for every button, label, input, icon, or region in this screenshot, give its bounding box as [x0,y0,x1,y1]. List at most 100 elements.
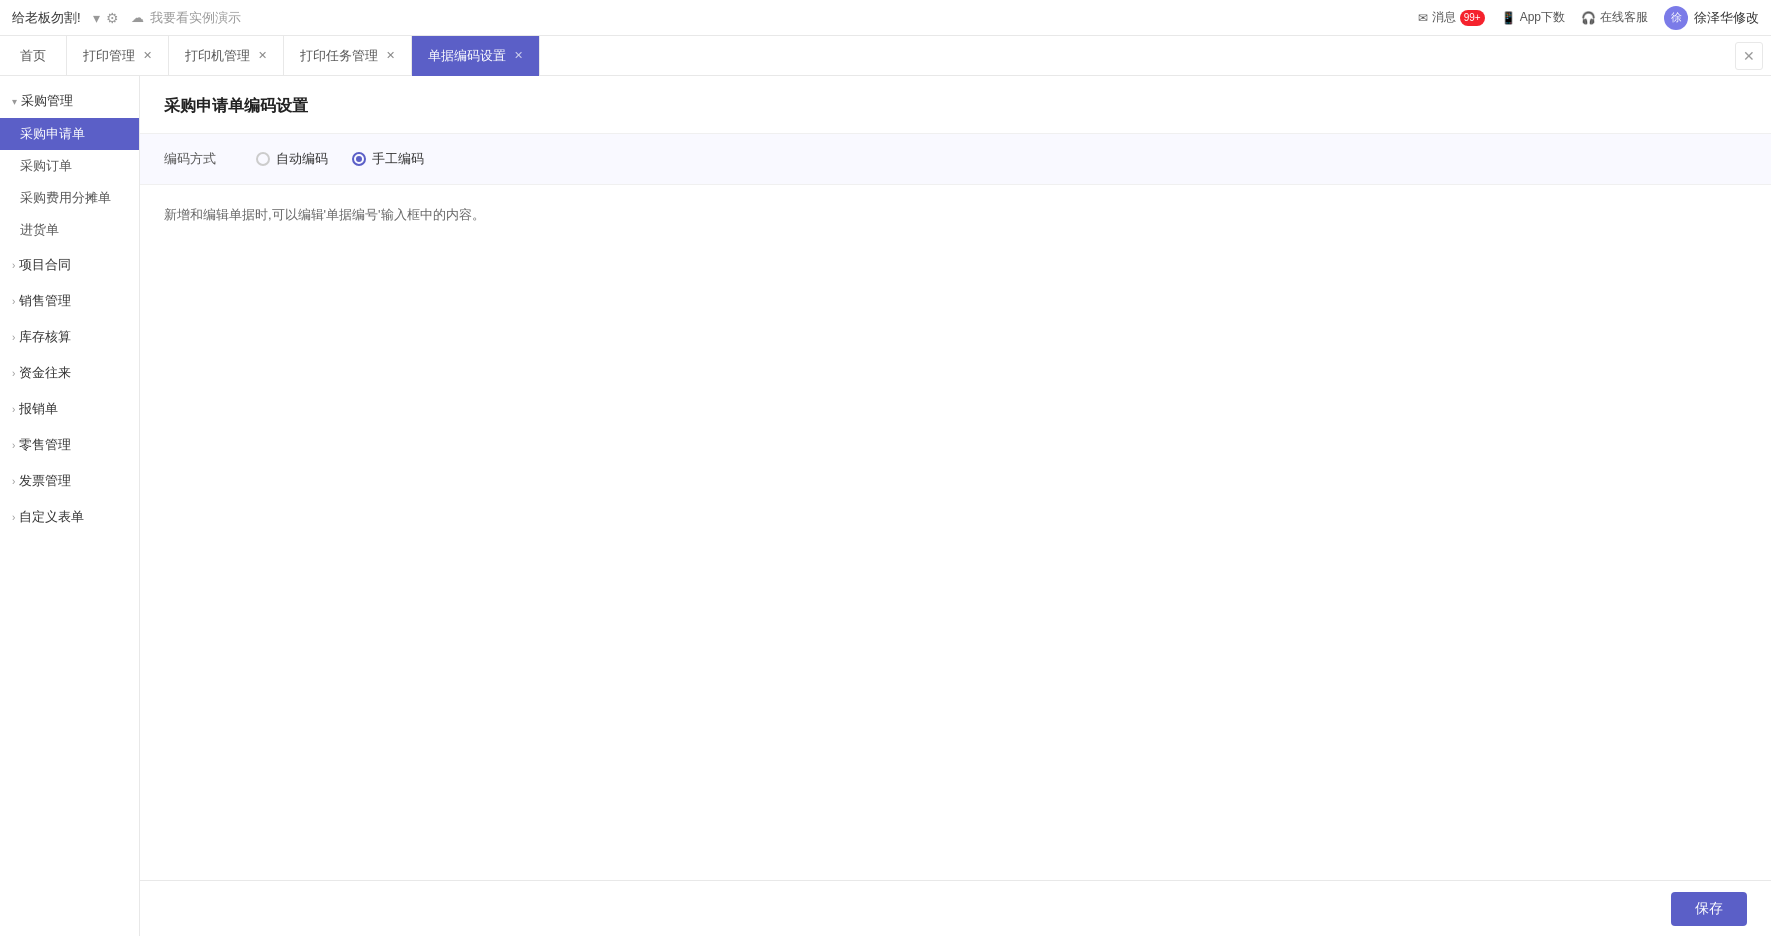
sidebar-item-purchase-receipt[interactable]: 进货单 [0,214,139,246]
sidebar-item-purchase-request-label: 采购申请单 [20,126,85,141]
top-bar-icons: ▾ ⚙ [93,10,119,26]
sidebar-group-expense[interactable]: › 报销单 [0,392,139,426]
description-content: 新增和编辑单据时,可以编辑'单据编号'输入框中的内容。 [164,207,485,222]
message-action[interactable]: ✉ 消息 99+ [1418,9,1485,26]
tab-printer-manage[interactable]: 打印机管理 ✕ [169,36,284,76]
sidebar-group-finance-label: 资金往来 [19,364,71,382]
message-icon: ✉ [1418,11,1428,25]
top-bar-right: ✉ 消息 99+ 📱 App下数 🎧 在线客服 徐 徐泽华修改 [1418,6,1759,30]
tab-print-manage-label: 打印管理 [83,47,135,65]
tab-bar: 首页 打印管理 ✕ 打印机管理 ✕ 打印任务管理 ✕ 单据编码设置 ✕ ✕ [0,36,1771,76]
arrow-right-icon-project: › [12,260,15,271]
avatar: 徐 [1664,6,1688,30]
top-bar: 给老板勿割! ▾ ⚙ ☁ 我要看实例演示 ✉ 消息 99+ 📱 App下数 🎧 … [0,0,1771,36]
tab-print-manage[interactable]: 打印管理 ✕ [67,36,169,76]
sidebar-section-sales: › 销售管理 [0,284,139,318]
arrow-right-icon-expense: › [12,404,15,415]
sidebar-section-invoice: › 发票管理 [0,464,139,498]
arrow-right-icon-invoice: › [12,476,15,487]
radio-manual[interactable]: 手工编码 [352,150,424,168]
radio-manual-label: 手工编码 [372,150,424,168]
sidebar-item-purchase-receipt-label: 进货单 [20,222,59,237]
close-all-tabs-button[interactable]: ✕ [1735,42,1763,70]
tab-print-task-label: 打印任务管理 [300,47,378,65]
sidebar-group-project[interactable]: › 项目合同 [0,248,139,282]
sidebar-item-purchase-order-label: 采购订单 [20,158,72,173]
sidebar-group-invoice-label: 发票管理 [19,472,71,490]
tab-print-task[interactable]: 打印任务管理 ✕ [284,36,412,76]
sidebar-item-purchase-order[interactable]: 采购订单 [0,150,139,182]
arrow-right-icon-retail: › [12,440,15,451]
sidebar-section-retail: › 零售管理 [0,428,139,462]
radio-group: 自动编码 手工编码 [256,150,424,168]
tab-encoding-settings-close[interactable]: ✕ [514,49,523,62]
description-text: 新增和编辑单据时,可以编辑'单据编号'输入框中的内容。 [140,185,1771,246]
tab-encoding-settings[interactable]: 单据编码设置 ✕ [412,36,540,76]
sidebar-item-purchase-expense[interactable]: 采购费用分摊单 [0,182,139,214]
sidebar-group-retail[interactable]: › 零售管理 [0,428,139,462]
arrow-right-icon-inventory: › [12,332,15,343]
support-label: 在线客服 [1600,9,1648,26]
headset-icon: 🎧 [1581,11,1596,25]
sidebar-group-custom-label: 自定义表单 [19,508,84,526]
user-area[interactable]: 徐 徐泽华修改 [1664,6,1759,30]
sidebar-item-purchase-expense-label: 采购费用分摊单 [20,190,111,205]
app-title: 给老板勿割! [12,9,81,27]
content-inner: 采购申请单编码设置 编码方式 自动编码 手工编码 [140,76,1771,880]
tab-home-label: 首页 [20,47,46,65]
download-action[interactable]: 📱 App下数 [1501,9,1565,26]
dropdown-icon[interactable]: ▾ [93,10,100,26]
support-action[interactable]: 🎧 在线客服 [1581,9,1648,26]
arrow-right-icon-custom: › [12,512,15,523]
save-button[interactable]: 保存 [1671,892,1747,926]
download-label: App下数 [1520,9,1565,26]
arrow-down-icon: ▾ [12,96,17,107]
sidebar-section-finance: › 资金往来 [0,356,139,390]
bottom-bar: 保存 [140,880,1771,936]
tab-print-manage-close[interactable]: ✕ [143,49,152,62]
sidebar-group-purchase[interactable]: ▾ 采购管理 [0,84,139,118]
sidebar-section-inventory: › 库存核算 [0,320,139,354]
radio-auto[interactable]: 自动编码 [256,150,328,168]
search-text: 我要看实例演示 [150,9,241,27]
tab-encoding-settings-label: 单据编码设置 [428,47,506,65]
content-area: 采购申请单编码设置 编码方式 自动编码 手工编码 [140,76,1771,936]
sidebar-group-inventory[interactable]: › 库存核算 [0,320,139,354]
page-title: 采购申请单编码设置 [164,96,1747,117]
sidebar-group-invoice[interactable]: › 发票管理 [0,464,139,498]
sidebar-group-expense-label: 报销单 [19,400,58,418]
radio-manual-circle [352,152,366,166]
top-bar-left: 给老板勿割! ▾ ⚙ ☁ 我要看实例演示 [12,9,241,27]
sidebar: ▾ 采购管理 采购申请单 采购订单 采购费用分摊单 进货单 › 项目合同 [0,76,140,936]
encoding-row: 编码方式 自动编码 手工编码 [164,150,1747,168]
encoding-label: 编码方式 [164,150,224,168]
gear-icon[interactable]: ⚙ [106,10,119,26]
sidebar-group-sales-label: 销售管理 [19,292,71,310]
radio-auto-label: 自动编码 [276,150,328,168]
content-spacer [140,246,1771,880]
main-layout: ▾ 采购管理 采购申请单 采购订单 采购费用分摊单 进货单 › 项目合同 [0,76,1771,936]
radio-auto-circle [256,152,270,166]
mobile-icon: 📱 [1501,11,1516,25]
tab-printer-manage-label: 打印机管理 [185,47,250,65]
username: 徐泽华修改 [1694,9,1759,27]
sidebar-group-retail-label: 零售管理 [19,436,71,454]
page-header: 采购申请单编码设置 [140,76,1771,134]
tab-print-task-close[interactable]: ✕ [386,49,395,62]
sidebar-item-purchase-request[interactable]: 采购申请单 [0,118,139,150]
encoding-section: 编码方式 自动编码 手工编码 [140,134,1771,185]
sidebar-group-inventory-label: 库存核算 [19,328,71,346]
arrow-right-icon-finance: › [12,368,15,379]
search-bar[interactable]: ☁ 我要看实例演示 [131,9,241,27]
sidebar-section-purchase: ▾ 采购管理 采购申请单 采购订单 采购费用分摊单 进货单 [0,84,139,246]
sidebar-group-finance[interactable]: › 资金往来 [0,356,139,390]
message-label: 消息 [1432,9,1456,26]
tab-home[interactable]: 首页 [0,36,67,76]
sidebar-group-purchase-label: 采购管理 [21,92,73,110]
tab-printer-manage-close[interactable]: ✕ [258,49,267,62]
sidebar-section-custom: › 自定义表单 [0,500,139,534]
sidebar-group-custom[interactable]: › 自定义表单 [0,500,139,534]
arrow-right-icon-sales: › [12,296,15,307]
sidebar-group-sales[interactable]: › 销售管理 [0,284,139,318]
search-cloud-icon: ☁ [131,10,144,25]
